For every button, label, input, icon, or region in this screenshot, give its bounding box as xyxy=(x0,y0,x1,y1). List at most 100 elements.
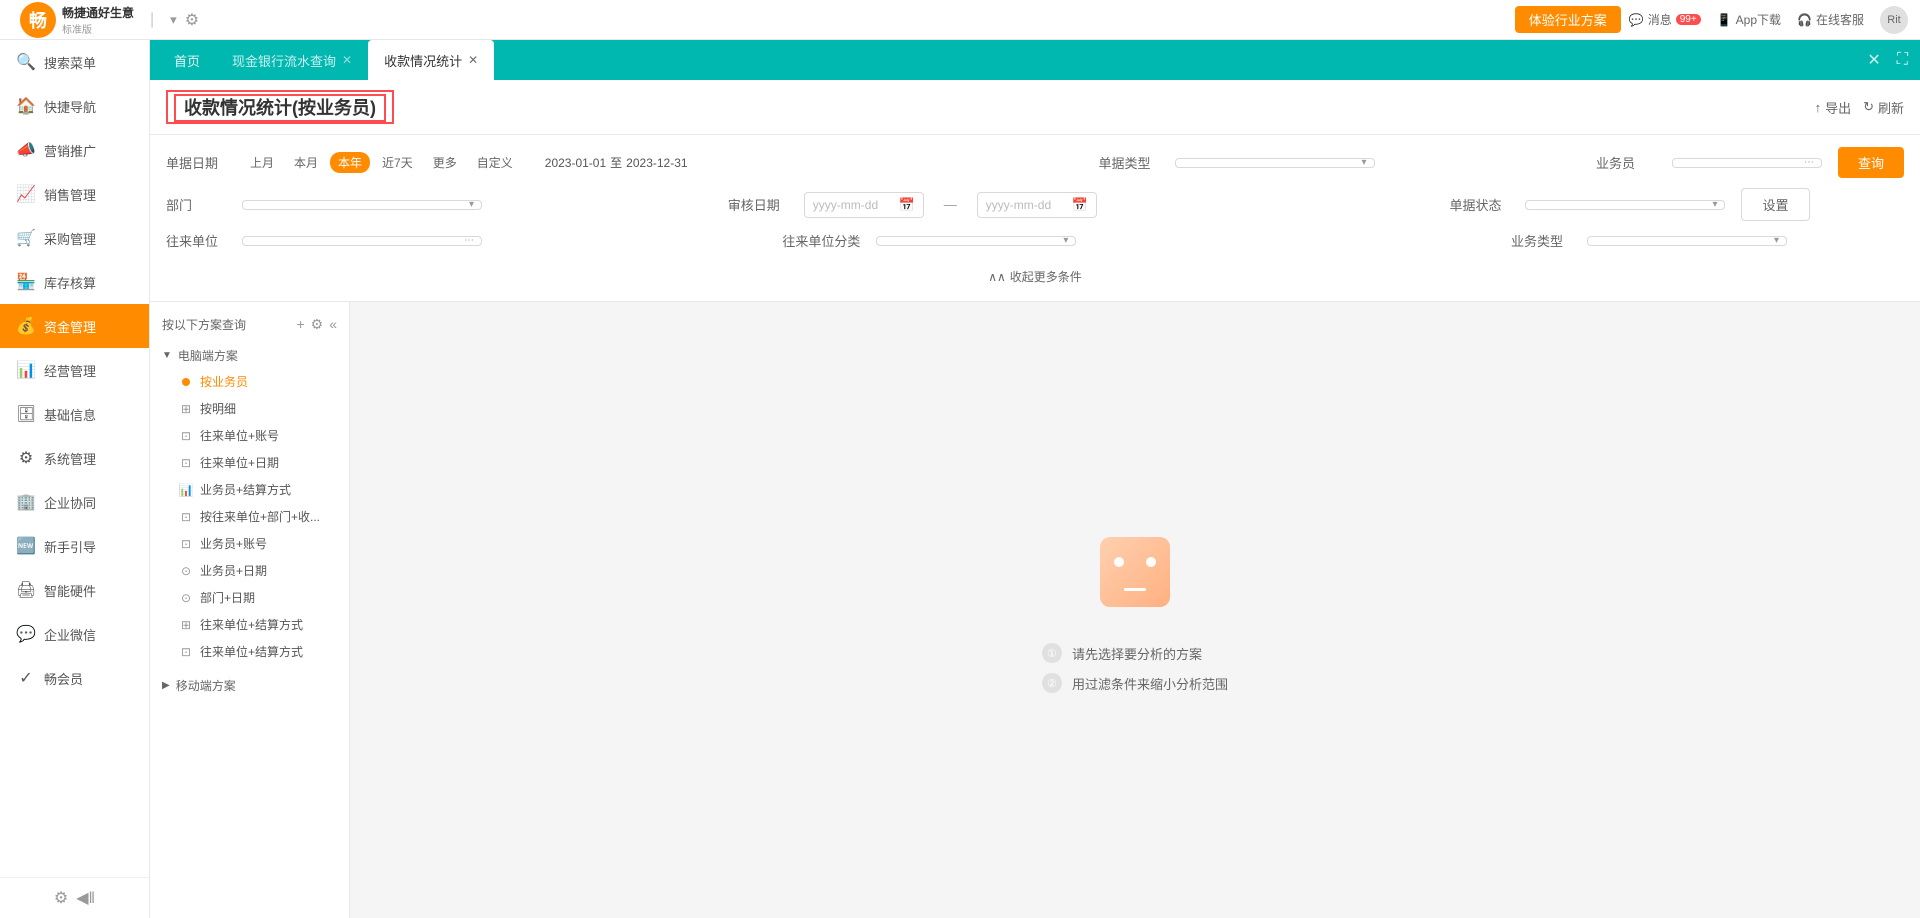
sidebar-label-guide: 新手引导 xyxy=(44,537,96,556)
tab-bank-flow-label: 现金银行流水查询 xyxy=(232,51,336,70)
messages-label: 消息 xyxy=(1648,11,1672,28)
sidebar-item-operation[interactable]: 📊 经营管理 xyxy=(0,348,149,392)
scheme-item-partner-date[interactable]: ⊡ 往来单位+日期 xyxy=(150,449,349,476)
user-avatar[interactable]: Rit xyxy=(1880,6,1908,34)
date-tab-this-year[interactable]: 本年 xyxy=(330,152,370,173)
query-button[interactable]: 查询 xyxy=(1838,147,1904,178)
message-icon: 💬 xyxy=(1629,13,1644,27)
content-area: 单据日期 上月 本月 本年 近7天 更多 自定义 2023-01-01 至 20… xyxy=(150,135,1920,918)
type-select-wrapper[interactable]: ▾ xyxy=(1175,158,1375,168)
tab-bank-flow[interactable]: 现金银行流水查询 ✕ xyxy=(216,40,368,80)
tab-collection-stat[interactable]: 收款情况统计 ✕ xyxy=(368,40,494,80)
sidebar-item-system[interactable]: ⚙ 系统管理 xyxy=(0,436,149,480)
scheme-item-dept-date[interactable]: ⊙ 部门+日期 xyxy=(150,584,349,611)
sidebar-item-wechat[interactable]: 💬 企业微信 xyxy=(0,612,149,656)
staff-select-wrapper[interactable]: ⋯ xyxy=(1672,158,1822,168)
scheme-item-icon-10: ⊡ xyxy=(178,645,194,659)
sidebar-item-sales[interactable]: 📈 销售管理 xyxy=(0,172,149,216)
trial-button[interactable]: 体验行业方案 xyxy=(1515,6,1621,33)
scheme-item-icon-5: ⊡ xyxy=(178,510,194,524)
maximize-window-btn[interactable]: ⛶ xyxy=(1893,47,1912,73)
refresh-btn[interactable]: ↻ 刷新 xyxy=(1863,98,1904,117)
sidebar-label-operation: 经营管理 xyxy=(44,361,96,380)
report-icon: 📊 xyxy=(16,360,36,380)
cart-icon: 🛒 xyxy=(16,228,36,248)
set-button[interactable]: 设置 xyxy=(1741,188,1809,221)
layout: 🔍 搜索菜单 🏠 快捷导航 📣 营销推广 📈 销售管理 🛒 采购管理 🏪 xyxy=(0,40,1920,918)
scheme-group-pc-header[interactable]: ▼ 电脑端方案 xyxy=(150,343,349,368)
scheme-settings-icon[interactable]: ⚙ xyxy=(311,316,324,333)
settings-icon[interactable]: ⚙ xyxy=(185,10,199,30)
bill-status-select-wrapper[interactable]: ▾ xyxy=(1525,200,1725,210)
date-label: 单据日期 xyxy=(166,153,226,172)
collapse-sidebar-icon[interactable]: ◀‖ xyxy=(76,888,95,908)
staff-select[interactable] xyxy=(1672,158,1822,168)
app-download-btn[interactable]: 📱 App下载 xyxy=(1717,11,1781,28)
bill-status-select[interactable] xyxy=(1525,200,1725,210)
sidebar-item-basic[interactable]: 🗄 基础信息 xyxy=(0,392,149,436)
logo-text-block: 畅捷通好生意 标准版 xyxy=(62,4,134,36)
tab-home[interactable]: 首页 xyxy=(158,51,216,70)
dept-label: 部门 xyxy=(166,195,226,214)
sidebar-item-hardware[interactable]: 🖨 智能硬件 xyxy=(0,568,149,612)
scheme-item-staff-date[interactable]: ⊙ 业务员+日期 xyxy=(150,557,349,584)
audit-to-input[interactable]: yyyy-mm-dd 📅 xyxy=(977,192,1097,218)
scheme-add-icon[interactable]: + xyxy=(296,316,304,333)
scheme-item-partner-settle-2[interactable]: ⊡ 往来单位+结算方式 xyxy=(150,638,349,665)
tab-bank-flow-close[interactable]: ✕ xyxy=(342,53,352,67)
sidebar-item-search[interactable]: 🔍 搜索菜单 xyxy=(0,40,149,84)
sidebar-item-purchase[interactable]: 🛒 采购管理 xyxy=(0,216,149,260)
scheme-group-mobile-header[interactable]: ▶ 移动端方案 xyxy=(150,673,349,698)
scheme-group-pc: ▼ 电脑端方案 按业务员 ⊞ 按明细 xyxy=(150,339,349,669)
collapse-button[interactable]: ∧∧ 收起更多条件 xyxy=(988,268,1082,285)
sidebar-item-guide[interactable]: 🆕 新手引导 xyxy=(0,524,149,568)
sidebar-label-inventory: 库存核算 xyxy=(44,273,96,292)
close-window-btn[interactable]: ✕ xyxy=(1863,46,1884,74)
audit-from-placeholder: yyyy-mm-dd xyxy=(813,198,878,212)
dept-select-wrapper[interactable]: ▾ xyxy=(242,200,482,210)
scheme-item-partner-dept-recv[interactable]: ⊡ 按往来单位+部门+收... xyxy=(150,503,349,530)
sidebar-item-enterprise[interactable]: 🏢 企业协同 xyxy=(0,480,149,524)
scheme-item-partner-settle-1[interactable]: ⊞ 往来单位+结算方式 xyxy=(150,611,349,638)
date-tab-7days[interactable]: 近7天 xyxy=(374,152,421,173)
date-tab-last-month[interactable]: 上月 xyxy=(242,152,282,173)
scheme-item-by-detail[interactable]: ⊞ 按明细 xyxy=(150,395,349,422)
biz-type-select[interactable] xyxy=(1587,236,1787,246)
logo-version: 标准版 xyxy=(62,21,134,36)
sidebar-label-marketing: 营销推广 xyxy=(44,141,96,160)
type-select[interactable] xyxy=(1175,158,1375,168)
audit-from-input[interactable]: yyyy-mm-dd 📅 xyxy=(804,192,924,218)
sidebar-item-member[interactable]: ✓ 畅会员 xyxy=(0,656,149,700)
partner-select[interactable] xyxy=(242,236,482,246)
scheme-item-icon-1: ⊞ xyxy=(178,402,194,416)
biz-type-select-wrapper[interactable]: ▾ xyxy=(1587,236,1787,246)
dept-select[interactable] xyxy=(242,200,482,210)
partner-classify-select-wrapper[interactable]: ▾ xyxy=(876,236,1076,246)
scheme-item-staff-account[interactable]: ⊡ 业务员+账号 xyxy=(150,530,349,557)
sidebar-item-marketing[interactable]: 📣 营销推广 xyxy=(0,128,149,172)
logo-name: 畅捷通好生意 xyxy=(62,4,134,21)
settings-footer-icon[interactable]: ⚙ xyxy=(54,888,68,908)
messages-btn[interactable]: 💬 消息 99+ xyxy=(1629,11,1701,28)
scheme-item-by-staff[interactable]: 按业务员 xyxy=(150,368,349,395)
export-btn[interactable]: ↑ 导出 xyxy=(1815,98,1852,117)
robot-illustration xyxy=(1085,527,1185,627)
online-service-btn[interactable]: 🎧 在线客服 xyxy=(1797,11,1864,28)
sidebar-item-finance[interactable]: 💰 资金管理 xyxy=(0,304,149,348)
robot-body xyxy=(1100,537,1170,607)
date-tab-this-month[interactable]: 本月 xyxy=(286,152,326,173)
partner-classify-select[interactable] xyxy=(876,236,1076,246)
sidebar-item-inventory[interactable]: 🏪 库存核算 xyxy=(0,260,149,304)
dropdown-icon[interactable]: ▾ xyxy=(170,12,177,28)
date-tab-more[interactable]: 更多 xyxy=(425,152,465,173)
partner-select-wrapper[interactable]: ⋯ xyxy=(242,236,482,246)
scheme-collapse-icon[interactable]: « xyxy=(329,316,337,333)
logo-separator: | xyxy=(150,11,154,29)
date-tab-custom[interactable]: 自定义 xyxy=(469,152,521,173)
scheme-item-partner-account[interactable]: ⊡ 往来单位+账号 xyxy=(150,422,349,449)
tab-collection-stat-close[interactable]: ✕ xyxy=(468,53,478,67)
chart-icon: 📈 xyxy=(16,184,36,204)
download-icon: 📱 xyxy=(1717,13,1732,27)
scheme-item-staff-settle[interactable]: 📊 业务员+结算方式 xyxy=(150,476,349,503)
sidebar-item-shortcut[interactable]: 🏠 快捷导航 xyxy=(0,84,149,128)
